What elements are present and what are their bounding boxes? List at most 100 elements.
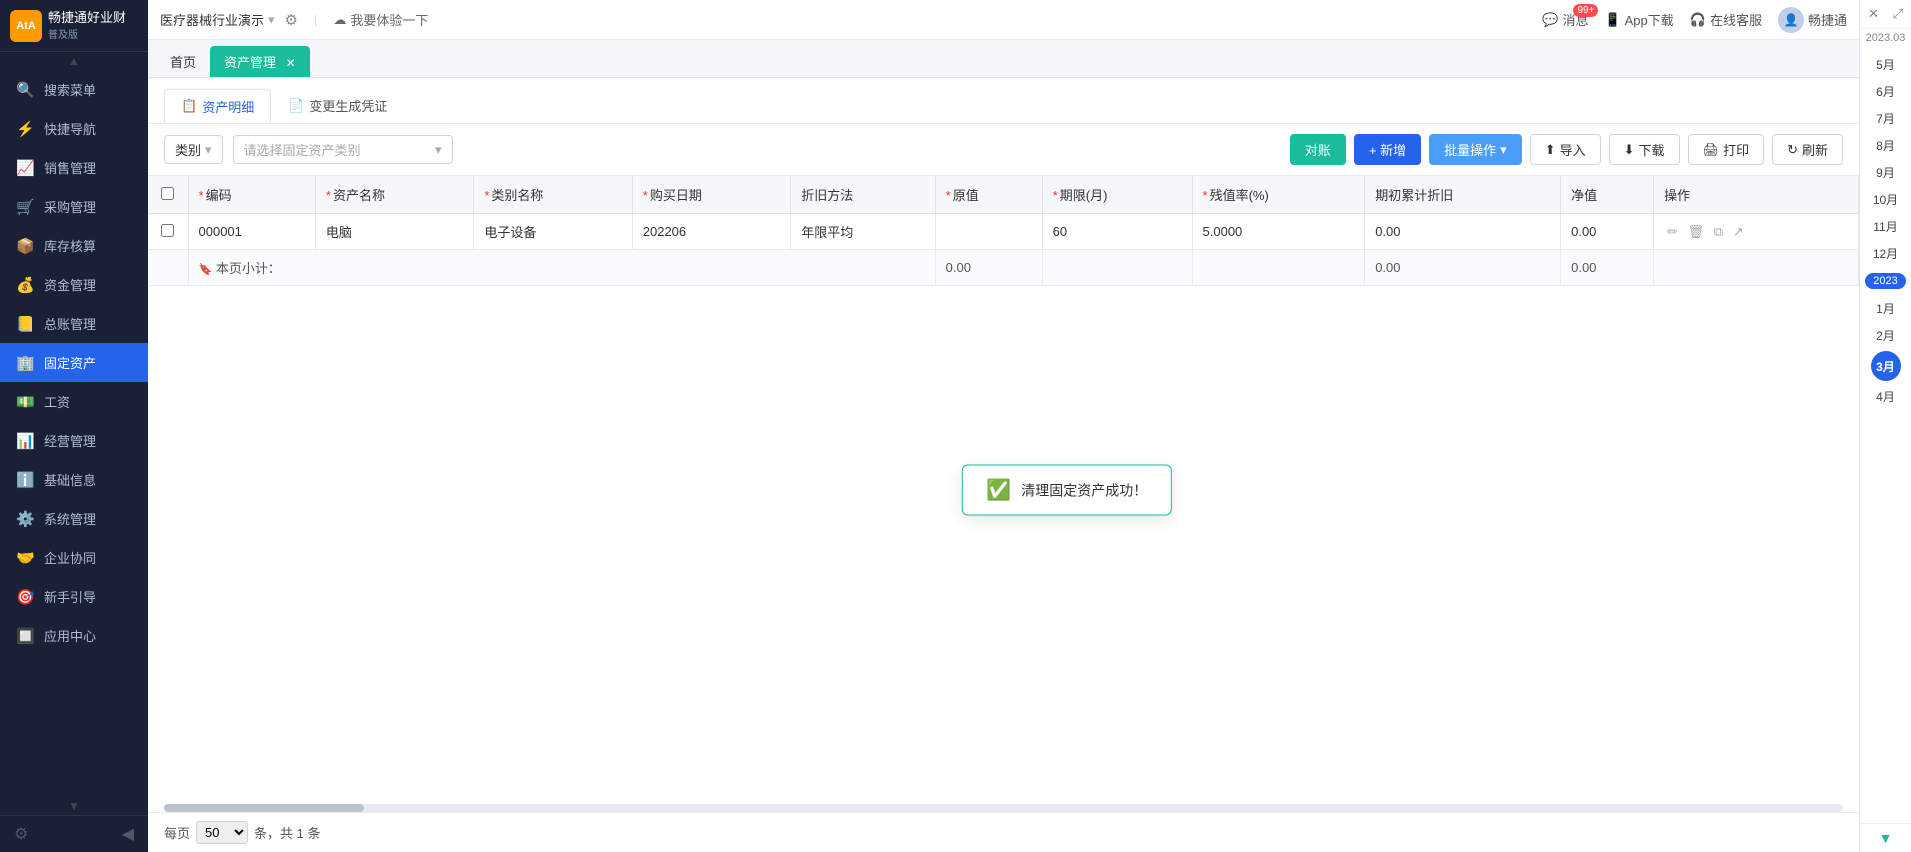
rp-month-1[interactable]: 1月 bbox=[1860, 295, 1911, 322]
subtotal-period bbox=[1042, 250, 1192, 286]
settings-gear-icon[interactable]: ⚙ bbox=[285, 11, 298, 29]
delete-icon[interactable]: 🗑 bbox=[1688, 224, 1705, 239]
per-page-select[interactable]: 50 10 20 100 bbox=[196, 821, 248, 844]
rp-month-3-active[interactable]: 3月 bbox=[1871, 351, 1901, 381]
tab-close-icon[interactable]: ✕ bbox=[286, 56, 296, 70]
user-avatar[interactable]: 👤 畅捷通 bbox=[1778, 7, 1847, 33]
rp-expand-icon[interactable]: ⤢ bbox=[1893, 6, 1903, 22]
col-residual-rate: *残值率(%) bbox=[1192, 176, 1365, 214]
settings-icon[interactable]: ⚙ bbox=[14, 824, 28, 844]
sidebar-item-app-center[interactable]: 🔲 应用中心 bbox=[0, 616, 148, 655]
print-icon: 🖨 bbox=[1703, 142, 1720, 158]
right-panel: ✕ ⤢ 2023.03 5月 6月 7月 8月 9月 10月 11月 12月 2… bbox=[1859, 0, 1911, 852]
row-net-value: 0.00 bbox=[1561, 214, 1654, 250]
logo-icon: AtA bbox=[10, 10, 42, 42]
tab-asset-management[interactable]: 资产管理 ✕ bbox=[210, 46, 310, 77]
sidebar-item-quick-nav[interactable]: ⚡ 快捷导航 bbox=[0, 109, 148, 148]
experience-link[interactable]: ☁ 我要体验一下 bbox=[333, 10, 428, 29]
refresh-button[interactable]: ↻ 刷新 bbox=[1772, 134, 1843, 165]
expand-icon[interactable]: ↗ bbox=[1733, 224, 1744, 239]
col-code: *编码 bbox=[188, 176, 315, 214]
rp-month-11[interactable]: 11月 bbox=[1860, 213, 1911, 240]
sidebar-item-sales[interactable]: 📈 销售管理 bbox=[0, 148, 148, 187]
subtotal-net-value: 0.00 bbox=[1561, 250, 1654, 286]
add-label: + 新增 bbox=[1369, 140, 1406, 159]
sidebar-item-label: 系统管理 bbox=[44, 509, 96, 528]
row-checkbox[interactable] bbox=[161, 224, 174, 237]
logo-title: 畅捷通好业财 bbox=[48, 10, 126, 27]
total-text: 条，共 1 条 bbox=[254, 823, 320, 842]
sidebar-item-purchase[interactable]: 🛒 采购管理 bbox=[0, 187, 148, 226]
purchase-icon: 🛒 bbox=[16, 198, 34, 216]
category-placeholder: 请选择固定资产类别 bbox=[244, 140, 361, 159]
messages-button[interactable]: 💬 消息 99+ bbox=[1542, 10, 1588, 29]
sidebar-item-inventory[interactable]: 📦 库存核算 bbox=[0, 226, 148, 265]
rp-month-7[interactable]: 7月 bbox=[1860, 105, 1911, 132]
sidebar-item-system[interactable]: ⚙️ 系统管理 bbox=[0, 499, 148, 538]
rp-month-8[interactable]: 8月 bbox=[1860, 132, 1911, 159]
row-initial-acc-dep: 0.00 bbox=[1365, 214, 1561, 250]
sidebar-item-enterprise[interactable]: 🤝 企业协同 bbox=[0, 538, 148, 577]
edit-icon[interactable]: ✏ bbox=[1667, 224, 1678, 239]
rp-month-10[interactable]: 10月 bbox=[1860, 186, 1911, 213]
batch-button[interactable]: 批量操作 ▾ bbox=[1429, 134, 1522, 165]
rp-month-9[interactable]: 9月 bbox=[1860, 159, 1911, 186]
customer-service-button[interactable]: 🎧 在线客服 bbox=[1690, 10, 1762, 29]
subtotal-label: 🔖 本页小计： bbox=[188, 250, 935, 286]
tab-home[interactable]: 首页 bbox=[160, 46, 206, 77]
col-actions: 操作 bbox=[1654, 176, 1859, 214]
fixed-assets-icon: 🏢 bbox=[16, 354, 34, 372]
sidebar-bottom: ⚙ ◀ bbox=[0, 815, 148, 852]
row-period: 60 bbox=[1042, 214, 1192, 250]
sidebar-item-basic-info[interactable]: ℹ️ 基础信息 bbox=[0, 460, 148, 499]
category-input[interactable]: 请选择固定资产类别 ▾ bbox=[233, 135, 453, 164]
scrollbar-thumb[interactable] bbox=[164, 804, 364, 812]
sidebar-item-guide[interactable]: 🎯 新手引导 bbox=[0, 577, 148, 616]
rp-month-12[interactable]: 12月 bbox=[1860, 240, 1911, 267]
download-button[interactable]: ⬇ 下载 bbox=[1609, 134, 1680, 165]
download-icon: 📱 bbox=[1604, 12, 1620, 28]
experience-text: 我要体验一下 bbox=[350, 10, 428, 29]
sidebar-scroll-up[interactable]: ▲ bbox=[0, 52, 148, 70]
subtab-asset-detail-label: 资产明细 bbox=[202, 97, 254, 116]
sidebar-item-fixed-assets[interactable]: 🏢 固定资产 bbox=[0, 343, 148, 382]
sidebar-item-funds[interactable]: 💰 资金管理 bbox=[0, 265, 148, 304]
tab-home-label: 首页 bbox=[170, 55, 196, 70]
company-selector[interactable]: 医疗器械行业演示 ▾ bbox=[160, 10, 275, 29]
print-button[interactable]: 🖨 打印 bbox=[1688, 134, 1765, 165]
sidebar-item-label: 销售管理 bbox=[44, 158, 96, 177]
sidebar-scroll-down[interactable]: ▼ bbox=[0, 797, 148, 815]
table-header-row: *编码 *资产名称 *类别名称 *购买日期 折旧方法 *原值 *期限(月) *残… bbox=[148, 176, 1859, 214]
subtab-asset-detail[interactable]: 📋 资产明细 bbox=[164, 89, 271, 123]
add-button[interactable]: + 新增 bbox=[1354, 134, 1421, 165]
export-button[interactable]: ⬆ 导入 bbox=[1530, 134, 1601, 165]
sidebar-item-ledger[interactable]: 📒 总账管理 bbox=[0, 304, 148, 343]
rp-month-6[interactable]: 6月 bbox=[1860, 78, 1911, 105]
sidebar: AtA 畅捷通好业财 普及版 ▲ 🔍 搜索菜单 ⚡ 快捷导航 📈 销售管理 🛒 … bbox=[0, 0, 148, 852]
export-label: 导入 bbox=[1560, 140, 1586, 159]
subtab-change-voucher[interactable]: 📄 变更生成凭证 bbox=[271, 88, 404, 123]
rp-bottom-nav[interactable]: ▼ bbox=[1860, 823, 1911, 852]
col-initial-acc-dep: 期初累计折旧 bbox=[1365, 176, 1561, 214]
rp-close-icon[interactable]: ✕ bbox=[1868, 6, 1879, 22]
category-filter-arrow: ▾ bbox=[205, 142, 212, 158]
rp-calendar: 5月 6月 7月 8月 9月 10月 11月 12月 2023 1月 2月 3月… bbox=[1860, 47, 1911, 823]
sidebar-item-operations[interactable]: 📊 经营管理 bbox=[0, 421, 148, 460]
category-filter[interactable]: 类别 ▾ bbox=[164, 135, 223, 164]
print-label: 打印 bbox=[1723, 140, 1749, 159]
rp-month-5[interactable]: 5月 bbox=[1860, 51, 1911, 78]
rp-month-2[interactable]: 2月 bbox=[1860, 322, 1911, 349]
select-all-checkbox[interactable] bbox=[161, 187, 174, 200]
avatar-circle: 👤 bbox=[1778, 7, 1804, 33]
sidebar-item-payroll[interactable]: 💵 工资 bbox=[0, 382, 148, 421]
sidebar-item-search[interactable]: 🔍 搜索菜单 bbox=[0, 70, 148, 109]
rp-down-icon: ▼ bbox=[1879, 830, 1893, 846]
per-page-label: 每页 bbox=[164, 823, 190, 842]
collapse-icon[interactable]: ◀ bbox=[122, 824, 134, 844]
app-download-button[interactable]: 📱 App下载 bbox=[1604, 10, 1673, 29]
export-icon: ⬆ bbox=[1545, 142, 1556, 158]
rp-month-4[interactable]: 4月 bbox=[1860, 383, 1911, 410]
copy-icon[interactable]: ⧉ bbox=[1714, 224, 1723, 239]
reconcile-button[interactable]: 对账 bbox=[1290, 134, 1346, 165]
horizontal-scrollbar[interactable] bbox=[164, 804, 1843, 812]
